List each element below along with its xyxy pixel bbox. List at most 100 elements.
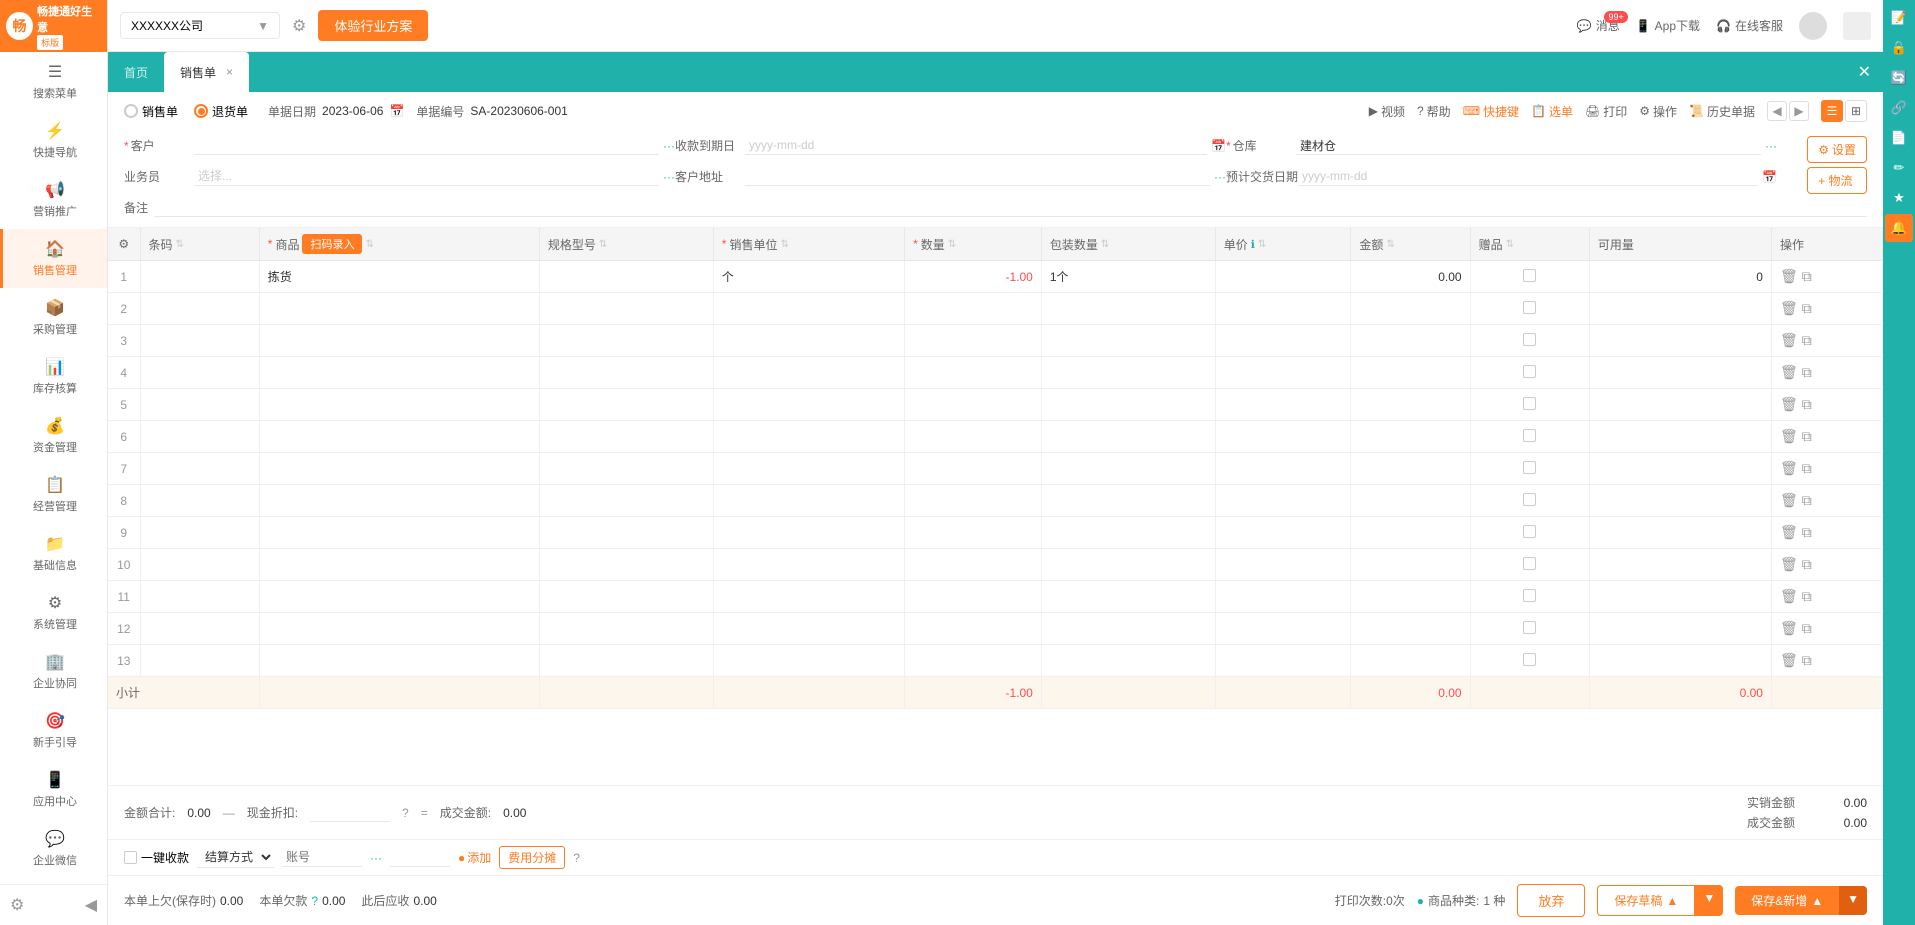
note-input[interactable] (154, 198, 1867, 217)
row-price[interactable] (1215, 261, 1351, 293)
row-unit[interactable] (713, 485, 904, 517)
row-product[interactable] (259, 581, 539, 613)
row-spec[interactable] (539, 549, 713, 581)
tab-home[interactable]: 首页 (108, 52, 164, 92)
gift-checkbox[interactable] (1523, 589, 1536, 602)
row-pack-qty[interactable]: 1个 (1041, 261, 1215, 293)
row-barcode[interactable] (140, 293, 259, 325)
row-unit[interactable] (713, 453, 904, 485)
sort-amount[interactable]: ⇅ (1386, 239, 1394, 250)
operate-btn[interactable]: ⚙ 操作 (1639, 103, 1677, 120)
row-product[interactable] (259, 389, 539, 421)
row-amount[interactable] (1351, 581, 1470, 613)
row-product[interactable] (259, 485, 539, 517)
sidebar-item-weixin[interactable]: 💬 企业微信 (0, 819, 107, 878)
right-panel-alert[interactable]: 🔔 (1885, 214, 1913, 242)
delete-row-btn[interactable]: 🗑 (1780, 460, 1798, 477)
row-product[interactable] (259, 421, 539, 453)
th-settings[interactable]: ⚙ (108, 228, 140, 261)
row-unit[interactable] (713, 293, 904, 325)
row-price[interactable] (1215, 517, 1351, 549)
print-btn[interactable]: 🖨 打印 (1585, 103, 1627, 120)
row-price[interactable] (1215, 453, 1351, 485)
row-spec[interactable] (539, 389, 713, 421)
fee-button[interactable]: 费用分摊 (499, 846, 565, 869)
row-gift[interactable] (1470, 325, 1589, 357)
right-panel-link[interactable]: 🔗 (1885, 94, 1913, 122)
delete-row-btn[interactable]: 🗑 (1780, 556, 1798, 573)
row-barcode[interactable] (140, 613, 259, 645)
save-new-arrow[interactable]: ▼ (1839, 886, 1867, 915)
warehouse-dots[interactable]: ··· (1765, 139, 1777, 153)
user-menu[interactable] (1843, 12, 1871, 40)
row-amount[interactable] (1351, 293, 1470, 325)
row-spec[interactable] (539, 613, 713, 645)
row-spec[interactable] (539, 517, 713, 549)
delete-row-btn[interactable]: 🗑 (1780, 332, 1798, 349)
row-product[interactable] (259, 325, 539, 357)
row-unit[interactable]: 个 (713, 261, 904, 293)
row-price[interactable] (1215, 357, 1351, 389)
copy-row-btn[interactable]: ⧉ (1802, 492, 1812, 509)
row-spec[interactable] (539, 261, 713, 293)
copy-row-btn[interactable]: ⧉ (1802, 620, 1812, 637)
row-product[interactable] (259, 549, 539, 581)
row-amount[interactable] (1351, 517, 1470, 549)
row-qty[interactable] (905, 389, 1042, 421)
account-input[interactable] (282, 848, 362, 867)
row-gift[interactable] (1470, 453, 1589, 485)
sidebar-item-quicknav[interactable]: ⚡ 快捷导航 (0, 111, 107, 170)
customer-addr-dots[interactable]: ··· (1214, 170, 1226, 184)
gift-checkbox[interactable] (1523, 557, 1536, 570)
row-gift[interactable] (1470, 421, 1589, 453)
due-date-calendar-icon[interactable]: 📅 (1211, 139, 1226, 153)
tab-sales[interactable]: 销售单 × (164, 52, 249, 92)
delete-row-btn[interactable]: 🗑 (1780, 396, 1798, 413)
message-button[interactable]: 💬 消息 99+ (1577, 17, 1620, 34)
row-unit[interactable] (713, 613, 904, 645)
settings-button[interactable]: ⚙ 设置 (1807, 136, 1867, 163)
gift-checkbox[interactable] (1523, 621, 1536, 634)
sort-gift[interactable]: ⇅ (1506, 239, 1514, 250)
row-price[interactable] (1215, 389, 1351, 421)
delete-row-btn[interactable]: 🗑 (1780, 588, 1798, 605)
next-btn[interactable]: ▶ (1789, 101, 1809, 121)
row-barcode[interactable] (140, 325, 259, 357)
gift-checkbox[interactable] (1523, 429, 1536, 442)
row-qty[interactable] (905, 453, 1042, 485)
app-download-button[interactable]: 📱 App下载 (1636, 17, 1700, 34)
sort-unit[interactable]: ⇅ (780, 239, 788, 250)
row-gift[interactable] (1470, 613, 1589, 645)
table-wrap[interactable]: ⚙ 条码⇅ * 商品 扫码录入 ⇅ (108, 228, 1883, 785)
row-qty[interactable] (905, 325, 1042, 357)
row-price[interactable] (1215, 325, 1351, 357)
delete-row-btn[interactable]: 🗑 (1780, 620, 1798, 637)
radio-sales[interactable]: 销售单 (124, 103, 178, 120)
row-pack-qty[interactable] (1041, 389, 1215, 421)
trial-button[interactable]: 体验行业方案 (318, 10, 428, 41)
gift-checkbox[interactable] (1523, 653, 1536, 666)
fee-help-icon[interactable]: ? (573, 851, 580, 865)
sidebar-item-inventory[interactable]: 📊 库存核算 (0, 347, 107, 406)
row-qty[interactable] (905, 613, 1042, 645)
row-gift[interactable] (1470, 517, 1589, 549)
copy-row-btn[interactable]: ⧉ (1802, 428, 1812, 445)
calendar-icon[interactable]: 📅 (389, 104, 404, 118)
row-qty[interactable] (905, 549, 1042, 581)
gift-checkbox[interactable] (1523, 525, 1536, 538)
row-product[interactable] (259, 645, 539, 677)
row-amount[interactable] (1351, 613, 1470, 645)
salesperson-dots[interactable]: ··· (663, 170, 675, 184)
sidebar-item-system[interactable]: ⚙ 系统管理 (0, 583, 107, 642)
row-amount[interactable] (1351, 357, 1470, 389)
row-unit[interactable] (713, 421, 904, 453)
product-type-radio[interactable]: ● (1417, 894, 1424, 908)
gift-checkbox[interactable] (1523, 333, 1536, 346)
row-spec[interactable] (539, 421, 713, 453)
row-unit[interactable] (713, 357, 904, 389)
row-qty[interactable] (905, 421, 1042, 453)
gift-checkbox[interactable] (1523, 397, 1536, 410)
row-amount[interactable] (1351, 421, 1470, 453)
row-qty[interactable] (905, 357, 1042, 389)
gift-checkbox[interactable] (1523, 269, 1536, 282)
